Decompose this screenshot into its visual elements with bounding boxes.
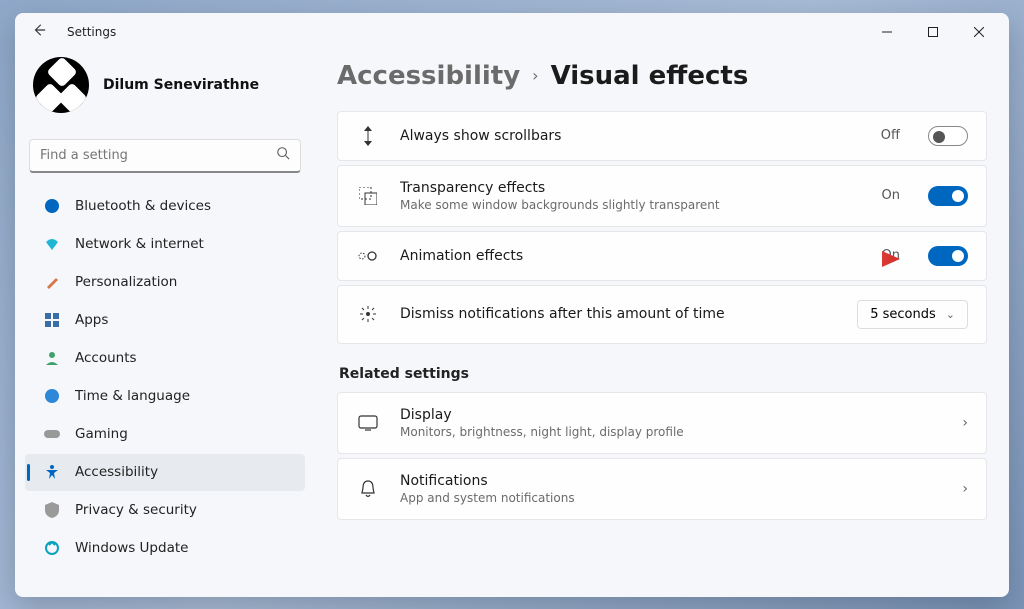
nav: Bluetooth & devices Network & internet P… xyxy=(21,187,309,597)
chevron-right-icon: › xyxy=(962,415,968,431)
related-sub: App and system notifications xyxy=(400,491,942,505)
setting-transparency[interactable]: Transparency effects Make some window ba… xyxy=(337,165,987,227)
settings-window: Settings Dilum Senevirathne Blue xyxy=(15,13,1009,597)
toggle-scrollbars[interactable] xyxy=(928,126,968,146)
search-icon xyxy=(276,146,290,164)
breadcrumb: Accessibility › Visual effects xyxy=(337,61,987,91)
chevron-down-icon: ⌄ xyxy=(946,308,955,321)
setting-scrollbars[interactable]: Always show scrollbars Off xyxy=(337,111,987,161)
related-sub: Monitors, brightness, night light, displ… xyxy=(400,425,942,439)
toggle-state: Off xyxy=(881,128,900,143)
sidebar-item-network[interactable]: Network & internet xyxy=(25,226,305,263)
setting-label: Always show scrollbars xyxy=(400,128,861,144)
scrollbars-icon xyxy=(356,126,380,146)
minimize-button[interactable] xyxy=(865,17,909,47)
sidebar-item-label: Personalization xyxy=(75,274,177,290)
sidebar-item-bluetooth[interactable]: Bluetooth & devices xyxy=(25,188,305,225)
search-box[interactable] xyxy=(29,139,301,173)
timer-icon xyxy=(356,304,380,324)
sidebar-item-label: Gaming xyxy=(75,426,128,442)
back-button[interactable] xyxy=(29,22,49,41)
related-notifications[interactable]: Notifications App and system notificatio… xyxy=(337,458,987,520)
sidebar-item-label: Privacy & security xyxy=(75,502,197,518)
sidebar-item-label: Accessibility xyxy=(75,464,158,480)
toggle-state: On xyxy=(882,248,900,263)
setting-animation[interactable]: Animation effects On xyxy=(337,231,987,281)
sidebar-item-gaming[interactable]: Gaming xyxy=(25,416,305,453)
sidebar-item-label: Time & language xyxy=(75,388,190,404)
sidebar-item-windows-update[interactable]: Windows Update xyxy=(25,530,305,567)
apps-icon xyxy=(43,311,61,329)
sidebar-item-privacy[interactable]: Privacy & security xyxy=(25,492,305,529)
related-display[interactable]: Display Monitors, brightness, night ligh… xyxy=(337,392,987,454)
setting-dismiss-notifications[interactable]: Dismiss notifications after this amount … xyxy=(337,285,987,344)
sidebar-item-label: Bluetooth & devices xyxy=(75,198,211,214)
setting-sub: Make some window backgrounds slightly tr… xyxy=(400,198,862,212)
sidebar-item-accessibility[interactable]: Accessibility xyxy=(25,454,305,491)
close-button[interactable] xyxy=(957,17,1001,47)
sidebar-item-label: Network & internet xyxy=(75,236,204,252)
brush-icon xyxy=(43,273,61,291)
animation-icon xyxy=(356,248,380,264)
bell-icon xyxy=(356,479,380,499)
sidebar-item-time-language[interactable]: Time & language xyxy=(25,378,305,415)
related-header: Related settings xyxy=(339,366,987,382)
accessibility-icon xyxy=(43,463,61,481)
main: Accessibility › Visual effects Always sh… xyxy=(315,51,1009,597)
sidebar-item-label: Accounts xyxy=(75,350,137,366)
breadcrumb-parent[interactable]: Accessibility xyxy=(337,61,520,91)
dismiss-dropdown[interactable]: 5 seconds ⌄ xyxy=(857,300,968,329)
toggle-transparency[interactable] xyxy=(928,186,968,206)
window-controls xyxy=(865,17,1001,47)
profile[interactable]: Dilum Senevirathne xyxy=(21,51,309,131)
related-label: Notifications xyxy=(400,473,942,489)
related-label: Display xyxy=(400,407,942,423)
sidebar-item-label: Windows Update xyxy=(75,540,188,556)
person-icon xyxy=(43,349,61,367)
sidebar-item-accounts[interactable]: Accounts xyxy=(25,340,305,377)
dropdown-value: 5 seconds xyxy=(870,307,936,322)
maximize-button[interactable] xyxy=(911,17,955,47)
sidebar: Dilum Senevirathne Bluetooth & devices N… xyxy=(15,51,315,597)
wifi-icon xyxy=(43,235,61,253)
avatar xyxy=(33,57,89,113)
page-title: Visual effects xyxy=(551,61,749,91)
username: Dilum Senevirathne xyxy=(103,77,259,93)
window-title: Settings xyxy=(67,25,116,39)
setting-label: Transparency effects xyxy=(400,180,862,196)
bluetooth-icon xyxy=(43,197,61,215)
sidebar-item-apps[interactable]: Apps xyxy=(25,302,305,339)
transparency-icon xyxy=(356,187,380,205)
titlebar: Settings xyxy=(15,13,1009,51)
setting-label: Dismiss notifications after this amount … xyxy=(400,306,837,322)
globe-clock-icon xyxy=(43,387,61,405)
toggle-animation[interactable] xyxy=(928,246,968,266)
chevron-right-icon: › xyxy=(962,481,968,497)
chevron-right-icon: › xyxy=(532,66,538,85)
content: Dilum Senevirathne Bluetooth & devices N… xyxy=(15,51,1009,597)
sidebar-item-personalization[interactable]: Personalization xyxy=(25,264,305,301)
toggle-state: On xyxy=(882,188,900,203)
gamepad-icon xyxy=(43,425,61,443)
sidebar-item-label: Apps xyxy=(75,312,108,328)
search-input[interactable] xyxy=(40,148,276,163)
update-icon xyxy=(43,539,61,557)
setting-label: Animation effects xyxy=(400,248,862,264)
display-icon xyxy=(356,415,380,431)
shield-icon xyxy=(43,501,61,519)
